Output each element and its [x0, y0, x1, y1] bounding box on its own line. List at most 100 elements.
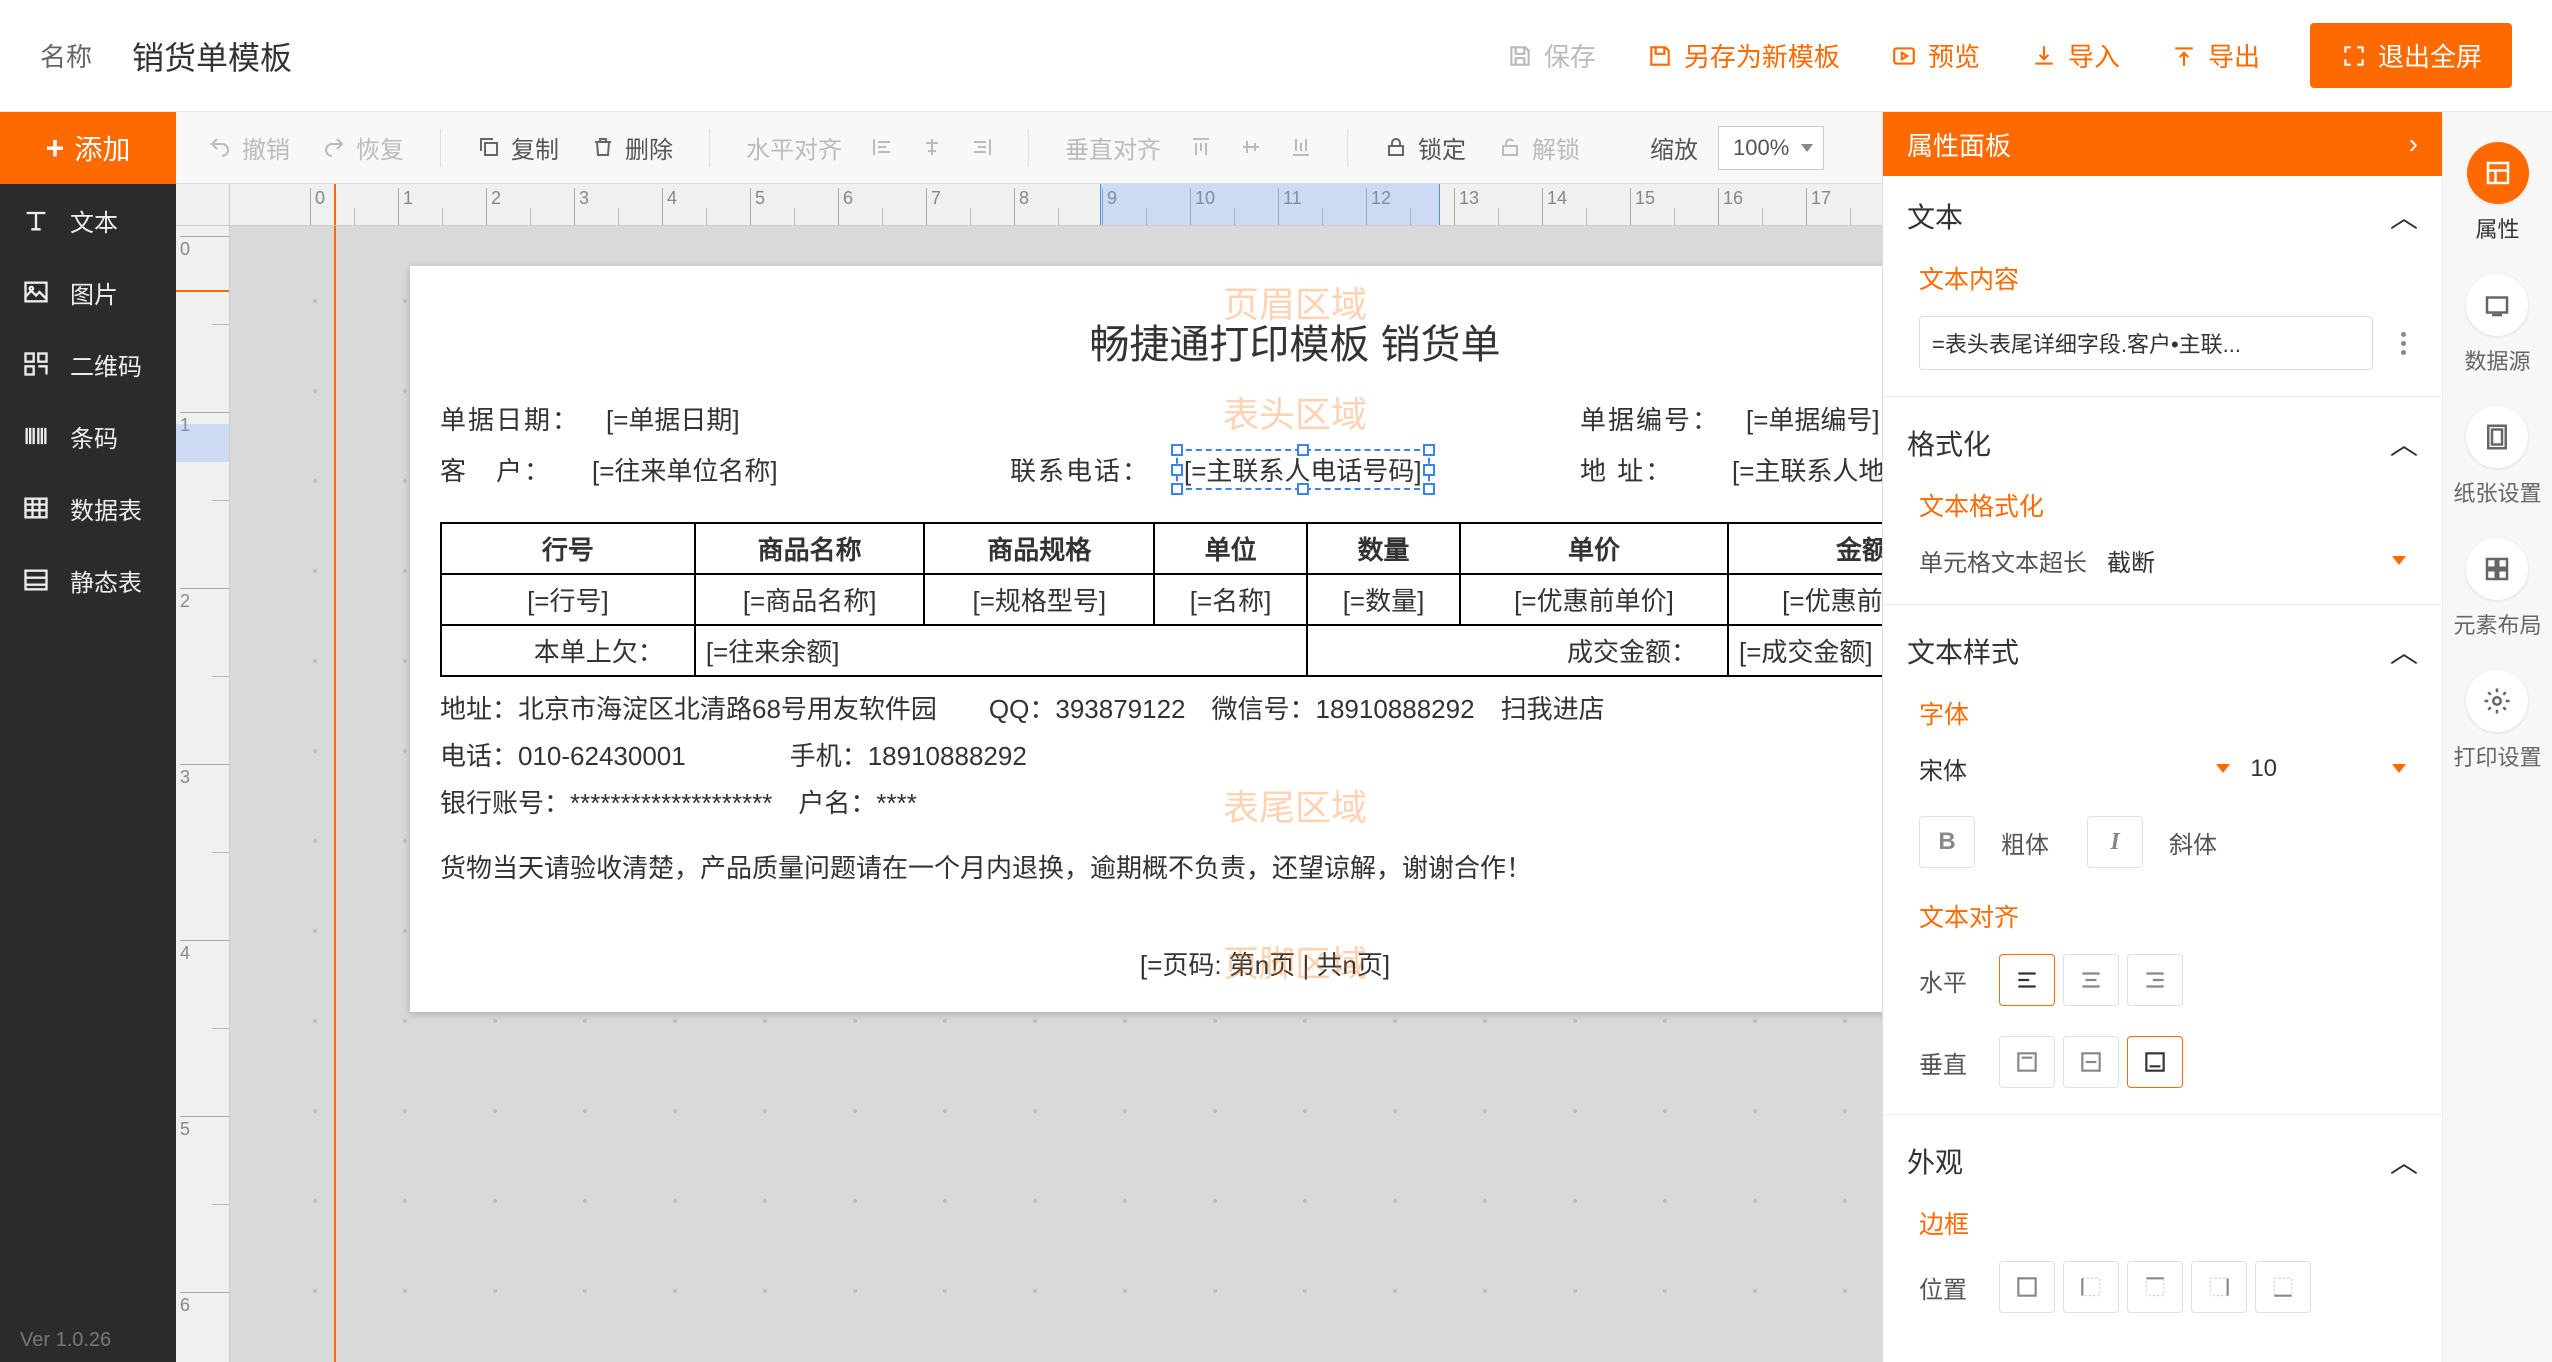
table-header-cell[interactable]: 商品规格	[924, 523, 1154, 574]
section-format-head[interactable]: 格式化 ︿	[1883, 403, 2442, 477]
h-align-right-button[interactable]	[2127, 954, 2183, 1006]
align-middle-v-button[interactable]	[1231, 129, 1273, 167]
summary-left-value[interactable]: [=往来余额]	[695, 625, 1307, 676]
table-data-cell[interactable]: [=数量]	[1307, 574, 1460, 625]
border-all-button[interactable]	[1999, 1261, 2055, 1313]
bold-toggle[interactable]: B	[1919, 816, 1975, 868]
resize-handle[interactable]	[1423, 483, 1435, 495]
rail-item-properties[interactable]: 属性	[2467, 142, 2529, 244]
font-family-select[interactable]: 宋体	[1919, 751, 2230, 786]
table-data-cell[interactable]: [=优惠前单价]	[1460, 574, 1728, 625]
exit-fullscreen-button[interactable]: 退出全屏	[2310, 23, 2512, 88]
field-phone-label: 联系电话：	[1010, 451, 1150, 488]
sidebar-item-text[interactable]: 文本	[0, 184, 176, 256]
footer-line2[interactable]: 电话：010-62430001 手机：18910888292	[440, 736, 1882, 773]
align-center-h-button[interactable]	[912, 129, 954, 167]
sidebar-item-qrcode[interactable]: 二维码	[0, 328, 176, 400]
border-bottom-button[interactable]	[2255, 1261, 2311, 1313]
rail-item-paper[interactable]: 纸张设置	[2453, 406, 2541, 508]
table-data-cell[interactable]: [=商品名称]	[695, 574, 925, 625]
delete-button[interactable]: 删除	[579, 124, 685, 171]
footer-line1[interactable]: 地址：北京市海淀区北清路68号用友软件园 QQ：393879122 微信号：18…	[440, 689, 1882, 726]
align-top-button[interactable]	[1181, 129, 1223, 167]
lock-button[interactable]: 锁定	[1372, 124, 1478, 171]
resize-handle[interactable]	[1171, 483, 1183, 495]
sidebar-item-barcode[interactable]: 条码	[0, 400, 176, 472]
undo-button[interactable]: 撤销	[196, 124, 302, 171]
resize-handle[interactable]	[1423, 464, 1435, 476]
sidebar-item-data-table[interactable]: 数据表	[0, 472, 176, 544]
overflow-select[interactable]: 截断	[2107, 543, 2406, 578]
border-right-button[interactable]	[2191, 1261, 2247, 1313]
table-data-cell[interactable]: [=名称]	[1154, 574, 1307, 625]
field-date-value[interactable]: [=单据日期]	[606, 400, 740, 437]
table-data-cell[interactable]: [=行号]	[441, 574, 695, 625]
zoom-select[interactable]: 100%	[1718, 126, 1824, 170]
preview-button[interactable]: 预览	[1890, 37, 1980, 74]
resize-handle[interactable]	[1171, 444, 1183, 456]
section-appearance-head[interactable]: 外观 ︿	[1883, 1121, 2442, 1195]
resize-handle[interactable]	[1171, 464, 1183, 476]
property-panel-header[interactable]: 属性面板 ›	[1883, 112, 2442, 176]
footer-note[interactable]: 货物当天请验收清楚，产品质量问题请在一个月内退换，逾期概不负责，还望谅解，谢谢合…	[440, 848, 1882, 885]
v-align-bottom-button[interactable]	[2127, 1036, 2183, 1088]
font-size-select[interactable]: 10	[2250, 755, 2406, 783]
export-button[interactable]: 导出	[2170, 37, 2260, 74]
v-align-top-button[interactable]	[1999, 1036, 2055, 1088]
table-data-cell[interactable]: [=规格型号]	[924, 574, 1154, 625]
table-header-cell[interactable]: 数量	[1307, 523, 1460, 574]
h-align-left-button[interactable]	[1999, 954, 2055, 1006]
vertical-ruler[interactable]: 01234567	[176, 226, 230, 1362]
field-phone-value-selected[interactable]: [=主联系人电话号码]	[1176, 449, 1430, 490]
table-header-cell[interactable]: 单位	[1154, 523, 1307, 574]
table-header-cell[interactable]: 行号	[441, 523, 695, 574]
template-name[interactable]: 销货单模板	[132, 33, 292, 79]
align-left-button[interactable]	[862, 129, 904, 167]
border-top-button[interactable]	[2127, 1261, 2183, 1313]
document-paper[interactable]: 页眉区域 表头区域 畅捷通打印模板 销货单 单据日期：[=单据日期] 单据编号：…	[410, 266, 1882, 1012]
summary-left-label[interactable]: 本单上欠：	[441, 625, 695, 676]
data-table[interactable]: 行号商品名称商品规格单位数量单价金额备注 [=行号][=商品名称][=规格型号]…	[440, 522, 1882, 677]
table-header-cell[interactable]: 金额	[1728, 523, 1882, 574]
table-header-cell[interactable]: 商品名称	[695, 523, 925, 574]
static-table-icon	[20, 564, 52, 596]
import-button[interactable]: 导入	[2030, 37, 2120, 74]
summary-right-value[interactable]: [=成交金额]	[1728, 625, 1882, 676]
rail-item-layout[interactable]: 元素布局	[2453, 538, 2541, 640]
document-title[interactable]: 畅捷通打印模板 销货单	[410, 296, 1882, 400]
table-data-cell[interactable]: [=优惠前金额]	[1728, 574, 1882, 625]
page-number-field[interactable]: [=页码: 第n页 | 共n页]	[1140, 945, 1450, 982]
canvas[interactable]: 页眉区域 表头区域 畅捷通打印模板 销货单 单据日期：[=单据日期] 单据编号：…	[230, 226, 1882, 1362]
text-content-input[interactable]: =表头表尾详细字段.客户•主联...	[1919, 316, 2373, 370]
horizontal-ruler[interactable]: 01234567891011121314151617181920212223	[230, 184, 1882, 226]
summary-right-label[interactable]: 成交金额：	[1307, 625, 1728, 676]
resize-handle[interactable]	[1297, 444, 1309, 456]
v-align-middle-button[interactable]	[2063, 1036, 2119, 1088]
kebab-icon[interactable]	[2401, 332, 2406, 355]
guide-line[interactable]	[334, 226, 336, 1362]
field-number-value[interactable]: [=单据编号]	[1746, 400, 1880, 437]
unlock-button[interactable]: 解锁	[1486, 124, 1592, 171]
field-addr-value[interactable]: [=主联系人地址]	[1732, 451, 1882, 488]
resize-handle[interactable]	[1423, 444, 1435, 456]
border-left-button[interactable]	[2063, 1261, 2119, 1313]
save-button[interactable]: 保存	[1506, 37, 1596, 74]
h-align-center-button[interactable]	[2063, 954, 2119, 1006]
copy-button[interactable]: 复制	[465, 124, 571, 171]
sidebar-item-image[interactable]: 图片	[0, 256, 176, 328]
redo-button[interactable]: 恢复	[310, 124, 416, 171]
section-style-head[interactable]: 文本样式 ︿	[1883, 611, 2442, 685]
add-button[interactable]: + 添加	[0, 112, 176, 184]
field-customer-value[interactable]: [=往来单位名称]	[592, 451, 778, 488]
align-bottom-button[interactable]	[1281, 129, 1323, 167]
footer-line3[interactable]: 银行账号：******************** 户名：****	[440, 783, 1882, 820]
rail-item-print[interactable]: 打印设置	[2453, 670, 2541, 772]
italic-toggle[interactable]: I	[2087, 816, 2143, 868]
rail-item-datasource[interactable]: 数据源	[2464, 274, 2530, 376]
table-header-cell[interactable]: 单价	[1460, 523, 1728, 574]
resize-handle[interactable]	[1297, 483, 1309, 495]
align-right-button[interactable]	[962, 129, 1004, 167]
section-text-head[interactable]: 文本 ︿	[1883, 176, 2442, 250]
sidebar-item-static-table[interactable]: 静态表	[0, 544, 176, 616]
save-as-button[interactable]: 另存为新模板	[1646, 37, 1840, 74]
